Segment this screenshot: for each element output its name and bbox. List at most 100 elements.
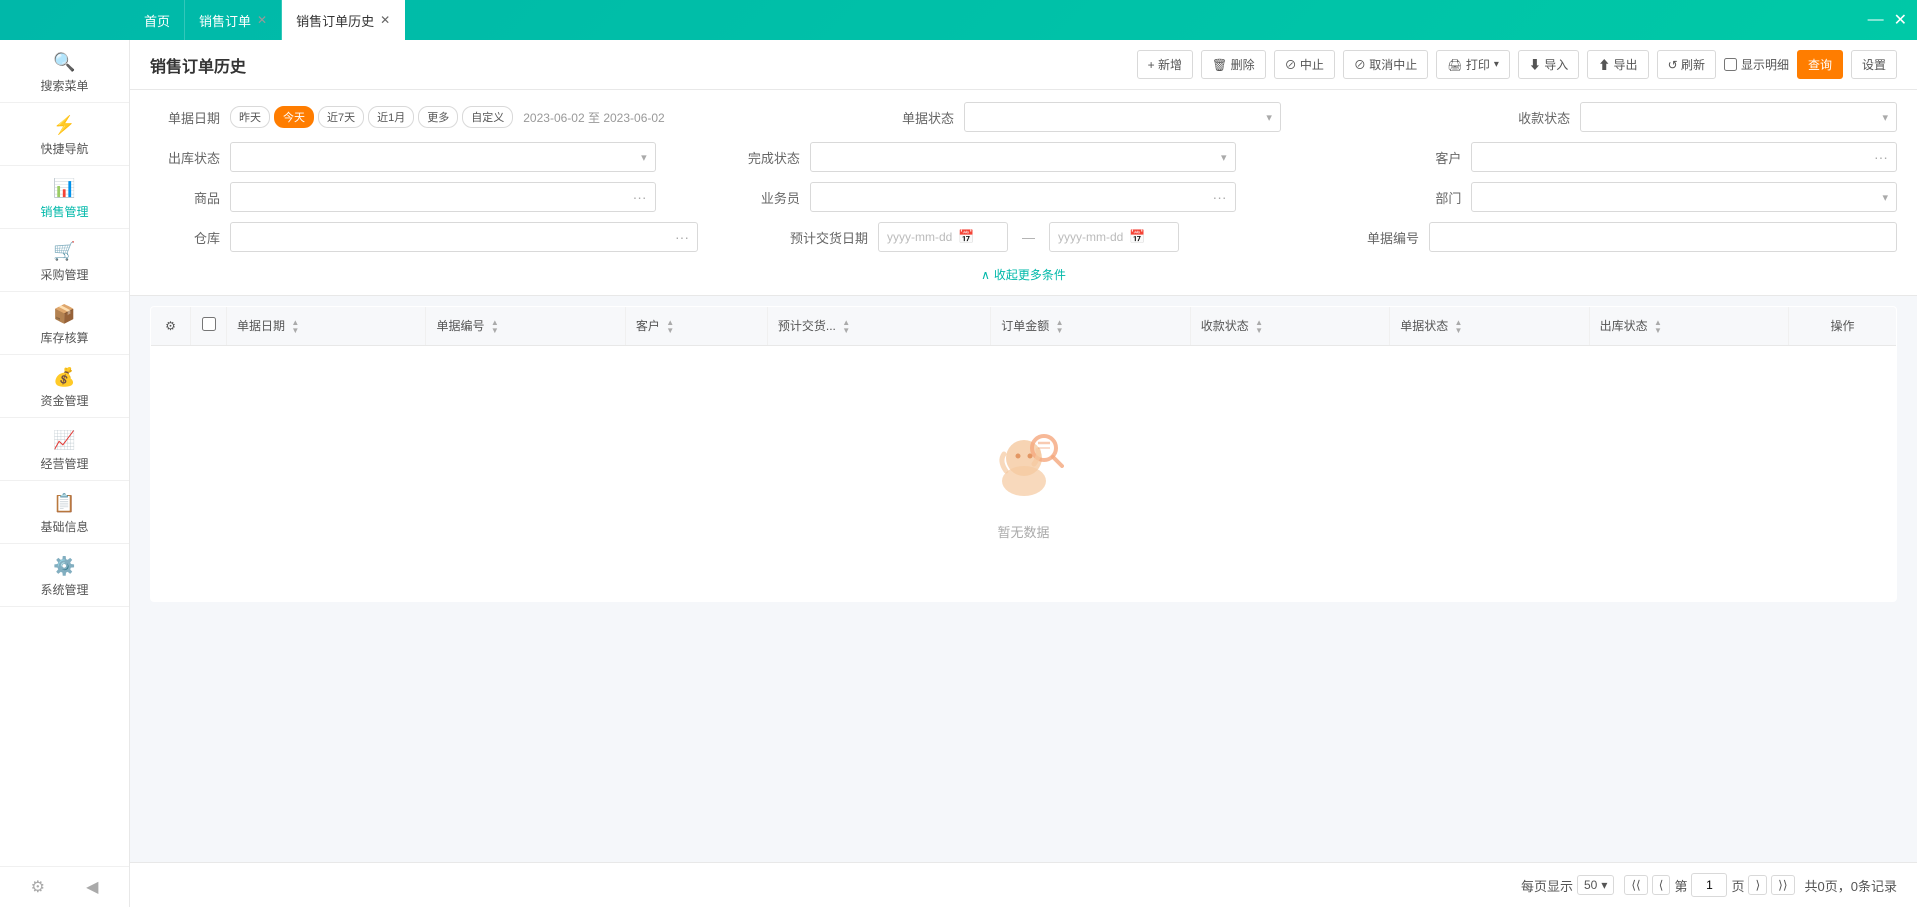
order-status-select[interactable]: ▾ (964, 102, 1281, 132)
date-btn-1month[interactable]: 近1月 (368, 106, 414, 128)
btn-stop[interactable]: ⊘ 中止 (1274, 50, 1335, 79)
btn-cancel-stop[interactable]: ⊘ 取消中止 (1343, 50, 1428, 79)
date-label: 单据日期 (150, 108, 220, 127)
next-page-btn[interactable]: ⟩ (1748, 875, 1767, 895)
date-btn-today[interactable]: 今天 (274, 106, 314, 128)
delivery-date-to-input[interactable]: yyyy-mm-dd 📅 (1049, 222, 1179, 252)
tab-sales-order[interactable]: 销售订单 ✕ (185, 0, 282, 40)
sort-order-status-icon: ▲▼ (1455, 319, 1463, 335)
delivery-date-label: 预计交货日期 (778, 228, 868, 247)
th-settings[interactable]: ⚙ (151, 307, 191, 346)
filter-area: 单据日期 昨天 今天 近7天 近1月 更多 自定义 2023-06-02 至 2… (130, 90, 1917, 296)
sidebar-item-capital-mgmt[interactable]: 💰 资金管理 (0, 355, 129, 418)
payment-status-label: 收款状态 (1500, 108, 1570, 127)
calendar-from-icon: 📅 (958, 229, 974, 245)
pagination: ⟨⟨ ⟨ 第 页 ⟩ ⟩⟩ (1624, 873, 1794, 897)
order-no-input[interactable] (1429, 222, 1897, 252)
order-status-arrow: ▾ (1266, 111, 1272, 124)
sort-payment-icon: ▲▼ (1255, 319, 1263, 335)
purchase-mgmt-icon: 🛒 (53, 241, 75, 262)
btn-settings[interactable]: 设置 (1851, 50, 1897, 79)
salesman-dots: ··· (1213, 189, 1227, 205)
date-range-display: 2023-06-02 至 2023-06-02 (523, 109, 664, 126)
capital-mgmt-icon: 💰 (53, 367, 75, 388)
sidebar-item-search-menu[interactable]: 🔍 搜索菜单 (0, 40, 129, 103)
customer-input[interactable]: ··· (1471, 142, 1897, 172)
sidebar-item-operation-mgmt[interactable]: 📈 经营管理 (0, 418, 129, 481)
prev-page-btn[interactable]: ⟨ (1652, 875, 1671, 895)
th-out-status[interactable]: 出库状态 ▲▼ (1589, 307, 1788, 346)
date-btn-more[interactable]: 更多 (418, 106, 458, 128)
complete-status-label: 完成状态 (730, 148, 800, 167)
dept-select[interactable]: ▾ (1471, 182, 1897, 212)
delivery-date-from-input[interactable]: yyyy-mm-dd 📅 (878, 222, 1008, 252)
select-all-checkbox[interactable] (202, 317, 216, 331)
sidebar-item-sales-mgmt[interactable]: 📊 销售管理 (0, 166, 129, 229)
complete-status-arrow: ▾ (1221, 151, 1227, 164)
sort-amount-icon: ▲▼ (1056, 319, 1064, 335)
th-checkbox (191, 307, 227, 346)
content-area: 销售订单历史 + 新增 🗑 删除 ⊘ 中止 ⊘ 取消中止 🖨 打印 (130, 40, 1917, 907)
btn-import[interactable]: ⬇ 导入 (1518, 50, 1579, 79)
sidebar-item-purchase-mgmt[interactable]: 🛒 采购管理 (0, 229, 129, 292)
customer-dots: ··· (1874, 149, 1888, 165)
warehouse-input[interactable]: ··· (230, 222, 698, 252)
total-records: 共0页，0条记录 (1805, 876, 1897, 895)
date-range-separator: — (1022, 230, 1035, 245)
th-amount[interactable]: 订单金额 ▲▼ (991, 307, 1190, 346)
th-payment-status[interactable]: 收款状态 ▲▼ (1190, 307, 1389, 346)
product-input[interactable]: ··· (230, 182, 656, 212)
btn-query[interactable]: 查询 (1797, 50, 1843, 79)
sidebar-item-inventory-calc[interactable]: 📦 库存核算 (0, 292, 129, 355)
filter-row-2: 出库状态 ▾ 完成状态 ▾ 客户 ··· (150, 142, 1897, 172)
btn-export[interactable]: ⬆ 导出 (1587, 50, 1648, 79)
out-status-label: 出库状态 (150, 148, 220, 167)
page-number-input[interactable] (1691, 873, 1727, 897)
display-cols-checkbox[interactable] (1724, 58, 1737, 71)
payment-status-arrow: ▾ (1882, 111, 1888, 124)
window-close-icon[interactable]: ✕ (1894, 10, 1907, 30)
collapse-icon: ∧ (981, 268, 990, 282)
sidebar-item-quick-nav[interactable]: ⚡ 快捷导航 (0, 103, 129, 166)
complete-status-select[interactable]: ▾ (810, 142, 1236, 172)
empty-icon (974, 406, 1074, 506)
th-delivery-date[interactable]: 预计交货... ▲▼ (767, 307, 990, 346)
tab-sales-order-close[interactable]: ✕ (257, 13, 267, 27)
sidebar-item-system-mgmt[interactable]: ⚙️ 系统管理 (0, 544, 129, 607)
data-table: ⚙ 单据日期 ▲▼ 单据编号 ▲▼ 客户 (150, 306, 1897, 602)
first-page-btn[interactable]: ⟨⟨ (1624, 875, 1647, 895)
sidebar-item-basic-info[interactable]: 📋 基础信息 (0, 481, 129, 544)
th-order-no[interactable]: 单据编号 ▲▼ (426, 307, 625, 346)
out-status-select[interactable]: ▾ (230, 142, 656, 172)
table-header-row: ⚙ 单据日期 ▲▼ 单据编号 ▲▼ 客户 (151, 307, 1897, 346)
last-page-btn[interactable]: ⟩⟩ (1771, 875, 1794, 895)
empty-text: 暂无数据 (997, 522, 1049, 541)
th-date[interactable]: 单据日期 ▲▼ (227, 307, 426, 346)
date-btn-custom[interactable]: 自定义 (462, 106, 513, 128)
dept-arrow: ▾ (1882, 191, 1888, 204)
collapse-bar[interactable]: ∧ 收起更多条件 (150, 262, 1897, 283)
sidebar-collapse-icon[interactable]: ◀ (86, 877, 98, 897)
btn-print[interactable]: 🖨 打印 (1436, 50, 1510, 79)
salesman-label: 业务员 (730, 188, 800, 207)
dept-label: 部门 (1391, 188, 1461, 207)
btn-delete[interactable]: 🗑 删除 (1201, 50, 1266, 79)
btn-new[interactable]: + 新增 (1137, 50, 1193, 79)
btn-refresh[interactable]: ↺ 刷新 (1657, 50, 1716, 79)
tab-sales-order-history[interactable]: 销售订单历史 ✕ (282, 0, 405, 40)
sidebar-settings-icon[interactable]: ⚙ (31, 877, 45, 897)
th-customer[interactable]: 客户 ▲▼ (625, 307, 767, 346)
tab-sales-order-history-close[interactable]: ✕ (380, 13, 390, 27)
date-btn-7days[interactable]: 近7天 (318, 106, 364, 128)
page-header: 销售订单历史 + 新增 🗑 删除 ⊘ 中止 ⊘ 取消中止 🖨 打印 (130, 40, 1917, 90)
page-size-select[interactable]: 50 ▾ (1577, 875, 1614, 895)
payment-status-select[interactable]: ▾ (1580, 102, 1897, 132)
basic-info-icon: 📋 (53, 493, 75, 514)
date-btn-yesterday[interactable]: 昨天 (230, 106, 270, 128)
th-order-status[interactable]: 单据状态 ▲▼ (1390, 307, 1589, 346)
salesman-input[interactable]: ··· (810, 182, 1236, 212)
window-minimize-icon[interactable]: — (1868, 11, 1884, 29)
tab-home[interactable]: 首页 (130, 0, 185, 40)
system-mgmt-icon: ⚙️ (53, 556, 75, 577)
display-cols-toggle[interactable]: 显示明细 (1724, 56, 1789, 73)
